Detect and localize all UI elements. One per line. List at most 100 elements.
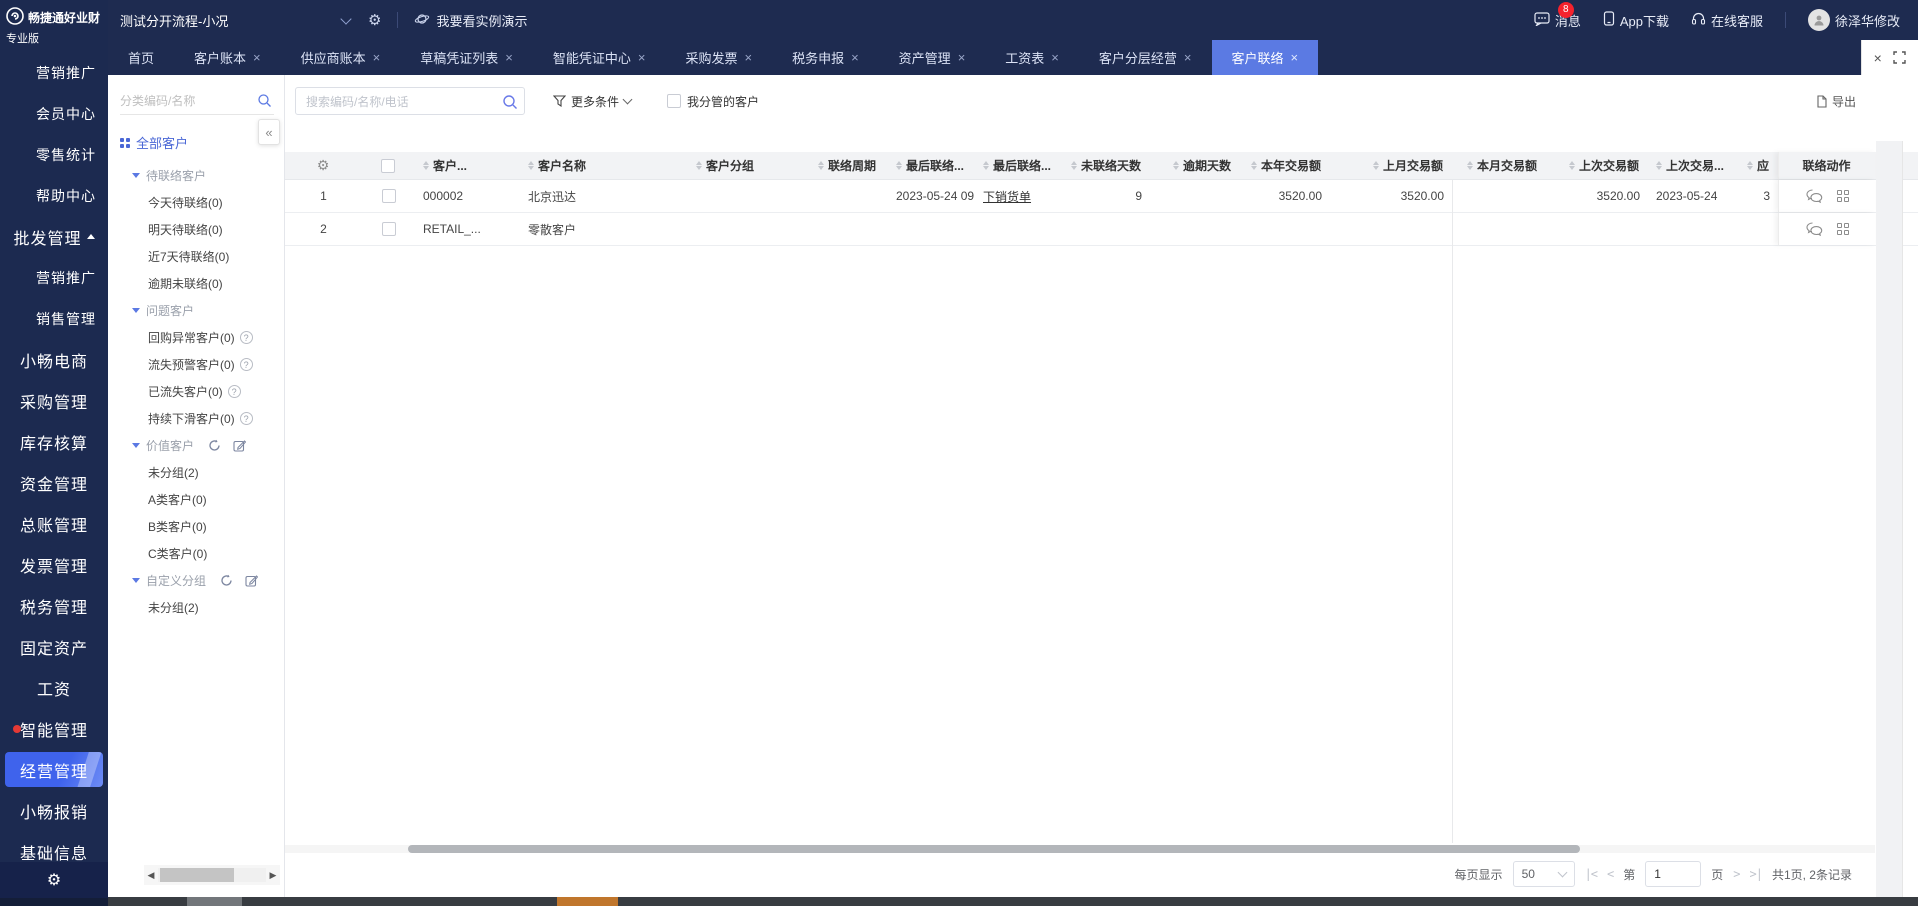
tree-item-已流失客户(0)[interactable]: 已流失客户(0)? (108, 378, 284, 405)
select-all-checkbox[interactable] (381, 158, 395, 173)
wechat-contact-icon[interactable] (1805, 188, 1823, 204)
sidebar-item-营销推广[interactable]: 营销推广 (0, 257, 108, 298)
scroll-left-icon[interactable]: ◀ (144, 870, 158, 881)
tab-采购发票[interactable]: 采购发票 × (665, 40, 772, 75)
tree-item-近7天待联络(0)[interactable]: 近7天待联络(0) (108, 243, 284, 270)
sidebar-item-批发管理[interactable]: 批发管理 (0, 216, 108, 257)
tab-智能凭证中心[interactable]: 智能凭证中心 × (533, 40, 666, 75)
column-header-应[interactable]: 应 (1740, 152, 1778, 179)
sidebar-item-发票管理[interactable]: 发票管理 (0, 544, 108, 585)
column-header-上次交易...[interactable]: 上次交易... (1648, 152, 1740, 179)
tab-close-icon[interactable]: × (1184, 50, 1192, 65)
tab-供应商账本[interactable]: 供应商账本 × (281, 40, 401, 75)
tab-close-icon[interactable]: × (638, 50, 646, 65)
tab-close-icon[interactable]: × (958, 50, 966, 65)
tab-客户联络-active[interactable]: 客户联络 × (1211, 40, 1319, 75)
user-menu[interactable]: 徐泽华修改 (1807, 9, 1900, 31)
messages-button[interactable]: 消息 8 (1534, 1, 1581, 30)
online-service-button[interactable]: 在线客服 (1691, 11, 1763, 30)
more-filters-button[interactable]: 更多条件 (553, 93, 633, 110)
tree-item-C类客户(0)[interactable]: C类客户(0) (108, 540, 284, 567)
help-icon[interactable]: ? (239, 358, 253, 371)
sort-caret-icon[interactable] (1372, 158, 1379, 173)
tree-group-自定义分组[interactable]: 自定义分组 (108, 567, 284, 594)
row-checkbox[interactable] (381, 222, 396, 236)
tab-home[interactable]: 首页 (108, 40, 174, 75)
sidebar-item-税务管理[interactable]: 税务管理 (0, 585, 108, 626)
tree-group-待联络客户[interactable]: 待联络客户 (108, 162, 284, 189)
customer-search-input[interactable]: 搜索编码/名称/电话 (295, 87, 525, 115)
close-all-tabs-icon[interactable]: × (1874, 50, 1882, 66)
tab-close-icon[interactable]: × (505, 50, 513, 65)
sidebar-item-固定资产[interactable]: 固定资产 (0, 626, 108, 667)
tab-税务申报[interactable]: 税务申报 × (772, 40, 879, 75)
sidebar-item-智能管理[interactable]: 智能管理 (0, 708, 108, 749)
prev-page-button[interactable]: < (1607, 867, 1614, 881)
column-header-客户名称[interactable]: 客户名称 (520, 152, 688, 179)
sort-caret-icon[interactable] (423, 158, 429, 173)
column-header-客户...[interactable]: 客户... (415, 152, 520, 179)
tree-item-明天待联络(0)[interactable]: 明天待联络(0) (108, 216, 284, 243)
tab-工资表[interactable]: 工资表 × (985, 40, 1079, 75)
help-icon[interactable]: ? (227, 385, 241, 398)
category-search-input[interactable]: 分类编码/名称 (120, 87, 274, 115)
sort-caret-icon[interactable] (528, 158, 534, 173)
sidebar-item-零售统计[interactable]: 零售统计 (0, 134, 108, 175)
company-selector[interactable]: 测试分开流程-小况 (120, 11, 352, 30)
sidebar-item-资金管理[interactable]: 资金管理 (0, 462, 108, 503)
tab-close-icon[interactable]: × (851, 50, 859, 65)
page-number-input[interactable]: 1 (1645, 861, 1702, 887)
column-header-本年交易额[interactable]: 本年交易额 (1240, 152, 1330, 179)
tree-item-流失预警客户(0)[interactable]: 流失预警客户(0)? (108, 351, 284, 378)
tab-资产管理[interactable]: 资产管理 × (879, 40, 986, 75)
tree-item-今天待联络(0)[interactable]: 今天待联络(0) (108, 189, 284, 216)
sidebar-item-帮助中心[interactable]: 帮助中心 (0, 175, 108, 216)
sort-caret-icon[interactable] (983, 158, 989, 173)
sidebar-settings-gear-icon[interactable]: ⚙ (0, 862, 108, 898)
tree-item-B类客户(0)[interactable]: B类客户(0) (108, 513, 284, 540)
sidebar-item-总账管理[interactable]: 总账管理 (0, 503, 108, 544)
tree-group-价值客户[interactable]: 价值客户 (108, 432, 284, 459)
sidebar-item-小畅报销[interactable]: 小畅报销 (0, 790, 108, 831)
tree-item-未分组(2)[interactable]: 未分组(2) (108, 459, 284, 486)
column-header-最后联络...[interactable]: 最后联络... (888, 152, 975, 179)
column-header-上次交易额[interactable]: 上次交易额 (1546, 152, 1648, 179)
tree-group-问题客户[interactable]: 问题客户 (108, 297, 284, 324)
edit-icon[interactable] (245, 574, 259, 587)
export-button[interactable]: 导出 (1816, 93, 1856, 110)
column-header-逾期天数[interactable]: 逾期天数 (1150, 152, 1240, 179)
sidebar-item-销售管理[interactable]: 销售管理 (0, 298, 108, 339)
table-scrollbar-thumb[interactable] (408, 845, 1580, 853)
sidebar-item-小畅电商[interactable]: 小畅电商 (0, 339, 108, 380)
sidebar-item-经营管理[interactable]: 经营管理 (0, 749, 108, 790)
wechat-contact-icon[interactable] (1805, 221, 1823, 237)
first-page-button[interactable]: |< (1585, 867, 1598, 881)
tree-item-回购异常客户(0)[interactable]: 回购异常客户(0)? (108, 324, 284, 351)
demo-link[interactable]: 我要看实例演示 (414, 11, 527, 30)
sidebar-item-工资[interactable]: 工资 (0, 667, 108, 708)
my-customers-filter[interactable]: 我分管的客户 (667, 93, 759, 110)
tab-草稿凭证列表[interactable]: 草稿凭证列表 × (400, 40, 533, 75)
help-icon[interactable]: ? (239, 412, 253, 425)
help-icon[interactable]: ? (239, 331, 253, 344)
column-settings-cell[interactable]: ⚙ (285, 152, 362, 179)
column-header-本月交易额[interactable]: 本月交易额 (1452, 152, 1546, 179)
sort-caret-icon[interactable] (1250, 158, 1257, 173)
app-download-button[interactable]: App下载 (1603, 11, 1669, 30)
refresh-icon[interactable] (208, 439, 221, 452)
sidebar-item-基础信息[interactable]: 基础信息 (0, 831, 108, 863)
tab-close-icon[interactable]: × (1051, 50, 1059, 65)
sidebar-item-库存核算[interactable]: 库存核算 (0, 421, 108, 462)
scroll-right-icon[interactable]: ▶ (266, 870, 280, 881)
tab-close-icon[interactable]: × (744, 50, 752, 65)
sort-caret-icon[interactable] (818, 158, 824, 173)
column-header-未联络天数[interactable]: 未联络天数 (1063, 152, 1150, 179)
column-header-客户分组[interactable]: 客户分组 (688, 152, 810, 179)
sidebar-item-营销推广[interactable]: 营销推广 (0, 52, 108, 93)
tab-close-icon[interactable]: × (253, 50, 261, 65)
settings-gear-icon[interactable]: ⚙ (368, 11, 381, 29)
tree-item-未分组(2)[interactable]: 未分组(2) (108, 594, 284, 621)
sort-caret-icon[interactable] (1568, 158, 1575, 173)
last-page-button[interactable]: >| (1750, 867, 1763, 881)
sort-caret-icon[interactable] (1466, 158, 1473, 173)
